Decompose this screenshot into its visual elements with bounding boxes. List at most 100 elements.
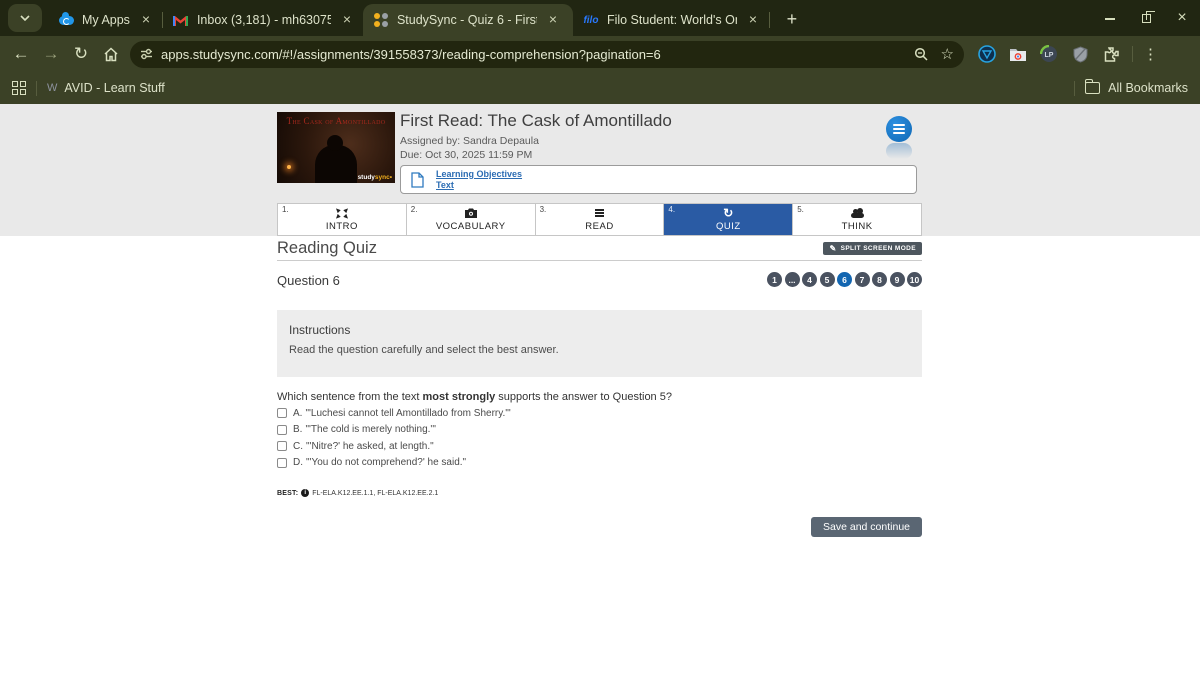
tab-filo-student[interactable]: filo Filo Student: World's Only Live × [573,4,769,36]
figure-silhouette [315,135,357,183]
new-tab-button[interactable]: + [780,9,804,30]
vpn-shield-extension-icon[interactable] [978,45,996,63]
step-tab-quiz[interactable]: 4. ↻ QUIZ [664,204,794,235]
tab-my-apps[interactable]: My Apps × [48,4,162,36]
shield-extension-icon[interactable] [1071,45,1089,63]
section-divider [277,260,922,261]
studysync-icon [373,12,389,28]
browser-tab-strip: My Apps × Inbox (3,181) - mh630755@he × … [0,0,1200,36]
bookmark-favicon: W [47,82,58,94]
answer-option-a[interactable]: A. "'Luchesi cannot tell Amontillado from… [277,408,922,419]
gmail-icon [173,12,189,28]
question-pagination: 1 ... 4 5 6 7 8 9 10 [767,272,922,287]
back-icon[interactable]: ← [6,44,36,64]
step-tab-intro[interactable]: 1. INTRO [278,204,407,235]
tab-close-icon[interactable]: × [138,12,154,28]
bookmark-star-icon[interactable]: ☆ [941,45,954,63]
bookmarks-separator [36,80,37,96]
assignment-menu-icon[interactable] [886,116,912,142]
tab-separator [768,12,770,28]
tab-title: Inbox (3,181) - mh630755@he [196,13,331,27]
page-5-button[interactable]: 5 [819,272,835,287]
chevron-down-icon [20,15,30,21]
page-9-button[interactable]: 9 [889,272,905,287]
question-text: Which sentence from the text most strong… [277,391,672,403]
tab-gmail-inbox[interactable]: Inbox (3,181) - mh630755@he × [163,4,363,36]
extensions-puzzle-icon[interactable] [1102,45,1120,63]
step-tab-read[interactable]: 3. READ [536,204,665,235]
studysync-logo: studysync• [357,174,392,181]
instructions-body: Read the question carefully and select t… [289,344,559,356]
page-body: The Cask of Amontillado studysync• First… [0,104,1200,674]
svg-text:LP: LP [1045,52,1054,59]
standards-label: BEST: [277,489,299,497]
zoom-icon[interactable] [914,47,929,62]
toolbar-separator [1132,46,1133,62]
all-bookmarks-button[interactable]: All Bookmarks [1108,81,1188,95]
document-icon [411,171,424,188]
tab-title: Filo Student: World's Only Live [606,13,737,27]
folder-icon [1085,79,1101,94]
page-1-button[interactable]: 1 [767,272,782,287]
refresh-icon: ↻ [723,206,734,220]
page-10-button[interactable]: 10 [907,272,922,287]
tab-close-icon[interactable]: × [545,12,561,28]
extensions-row: LP [978,45,1120,63]
url-bar[interactable]: apps.studysync.com/#!/assignments/391558… [130,40,964,68]
compress-arrows-icon [335,207,348,219]
bookmark-avid[interactable]: AVID - Learn Stuff [64,81,164,95]
page-4-button[interactable]: 4 [802,272,817,287]
tab-studysync-quiz[interactable]: StudySync - Quiz 6 - First Read × [362,4,573,36]
standards-row: BEST: i FL-ELA.K12.EE.1.1, FL-ELA.K12.EE… [277,489,438,497]
checkbox[interactable] [277,424,287,435]
step-tab-vocabulary[interactable]: 2. VOCABULARY [407,204,536,235]
save-and-continue-button[interactable]: Save and continue [811,517,922,537]
window-close-button[interactable]: × [1164,9,1200,27]
lastpass-extension-icon[interactable]: LP [1040,45,1058,63]
learning-objectives-link[interactable]: Learning Objectives [436,169,522,180]
tab-search-button[interactable] [8,4,42,32]
section-title: Reading Quiz [277,239,377,257]
assigned-by: Assigned by: Sandra Depaula [400,135,539,147]
list-icon [594,208,604,219]
answer-option-d[interactable]: D. "'You do not comprehend?' he said." [277,457,922,468]
checkbox[interactable] [277,441,287,451]
tab-title: StudySync - Quiz 6 - First Read [396,13,537,27]
checkbox[interactable] [277,408,287,418]
question-number: Question 6 [277,273,340,288]
classlink-cloud-icon [58,11,74,28]
page-6-button[interactable]: 6 [837,272,852,287]
restore-button[interactable] [1128,10,1164,26]
minimize-button[interactable] [1092,11,1128,26]
split-screen-button[interactable]: ✎ SPLIT SCREEN MODE [823,242,922,255]
chrome-folder-extension-icon[interactable] [1009,45,1027,63]
instructions-title: Instructions [289,323,351,337]
answer-option-c[interactable]: C. "'Nitre?' he asked, at length." [277,441,922,452]
site-info-icon[interactable] [140,48,153,60]
step-tab-think[interactable]: 5. THINK [793,204,921,235]
bookmarks-bar: W AVID - Learn Stuff All Bookmarks [0,72,1200,104]
info-icon[interactable]: i [301,489,310,497]
tab-close-icon[interactable]: × [745,12,761,28]
pencil-icon: ✎ [829,244,837,253]
home-icon[interactable] [96,46,126,62]
page-ellipsis-button[interactable]: ... [784,272,800,287]
forward-icon[interactable]: → [36,44,66,64]
reload-icon[interactable]: ↻ [66,44,96,64]
text-link[interactable]: Text [436,180,522,191]
page-8-button[interactable]: 8 [872,272,887,287]
tab-close-icon[interactable]: × [339,12,355,28]
learning-objectives-box: Learning Objectives Text [400,165,917,194]
checkbox[interactable] [277,457,287,468]
browser-toolbar: ← → ↻ apps.studysync.com/#!/assignments/… [0,36,1200,72]
browser-menu-icon[interactable]: ⋮ [1143,45,1158,63]
filo-icon: filo [583,14,599,26]
thumbnail-title: The Cask of Amontillado [286,116,386,126]
apps-grid-icon[interactable] [12,81,26,95]
url-text[interactable]: apps.studysync.com/#!/assignments/391558… [161,47,661,62]
page-7-button[interactable]: 7 [854,272,870,287]
cloud-icon [850,207,864,219]
bookmarks-separator [1074,80,1076,96]
answer-options: A. "'Luchesi cannot tell Amontillado from… [277,408,922,474]
answer-option-b[interactable]: B. "'The cold is merely nothing.'" [277,424,922,435]
